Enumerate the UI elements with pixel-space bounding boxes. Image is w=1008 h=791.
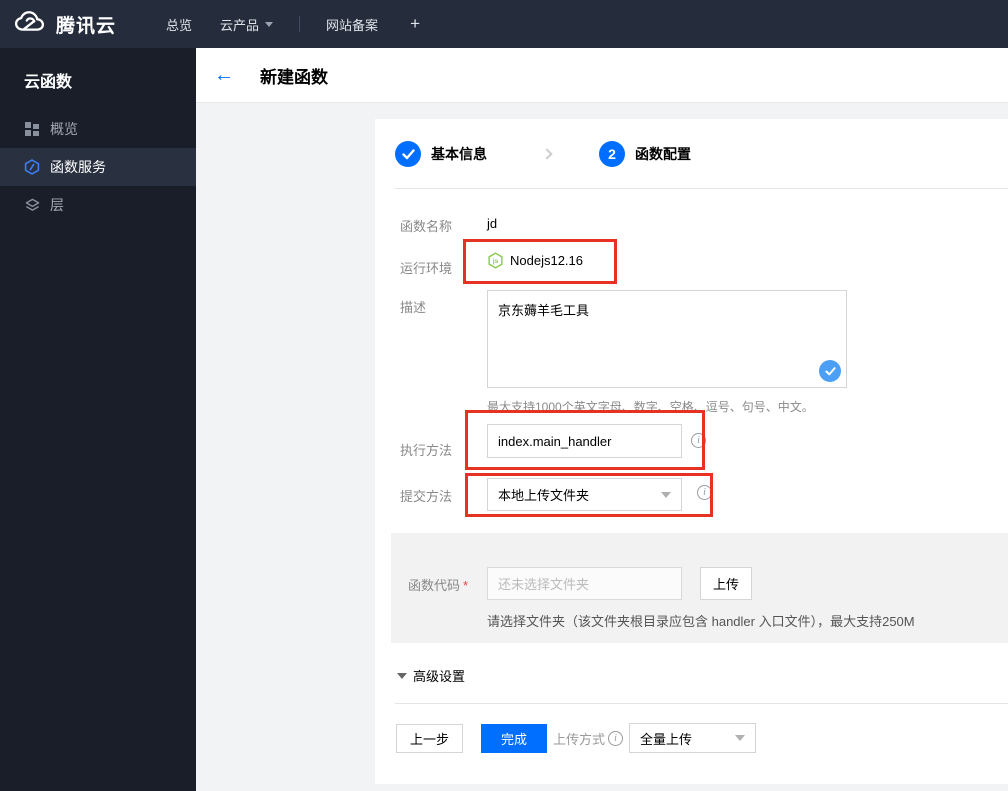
sidebar-item-function-service[interactable]: 函数服务: [0, 148, 196, 186]
function-name-label: 函数名称: [400, 219, 453, 234]
submit-method-label: 提交方法: [400, 489, 453, 504]
sidebar-item-label: 层: [50, 197, 64, 213]
sidebar-item-layers[interactable]: 层: [0, 186, 196, 224]
sidebar-item-label: 概览: [50, 121, 78, 137]
description-hint: 最大支持1000个英文字母、数字、空格、逗号、句号、中文。: [487, 400, 814, 414]
nav-cloud-products-label: 云产品: [220, 17, 260, 33]
submit-method-value: 本地上传文件夹: [498, 488, 590, 503]
chevron-down-icon: [265, 21, 274, 27]
scf-hexagon-icon: [24, 159, 40, 175]
sidebar-title: 云函数: [24, 74, 73, 91]
upload-mode-label-group: 上传方式 i: [553, 724, 624, 753]
function-code-section: 函数代码 * 还未选择文件夹 上传 请选择文件夹（该文件夹根目录应包含 handl…: [391, 533, 1008, 643]
nav-divider: [299, 16, 301, 32]
folder-path-display: 还未选择文件夹: [487, 567, 682, 600]
description-label: 描述: [400, 300, 427, 315]
finish-button[interactable]: 完成: [481, 724, 547, 753]
chevron-right-icon: [541, 148, 553, 160]
function-code-label-text: 函数代码: [408, 578, 461, 593]
back-arrow-icon[interactable]: ←: [214, 64, 234, 87]
create-function-card: 基本信息 2 函数配置 函数名称 jd 运行环境 js Nodejs12.16 …: [375, 119, 1008, 784]
chevron-down-icon: [661, 491, 671, 498]
check-icon: [824, 366, 836, 375]
submit-method-info-icon[interactable]: i: [697, 485, 712, 500]
tencent-cloud-logo-icon: [14, 10, 48, 38]
top-navbar: 腾讯云 总览 云产品 网站备案 +: [0, 0, 1008, 48]
handler-input[interactable]: [487, 424, 682, 458]
step2-number-circle: 2: [599, 141, 625, 167]
function-code-label: 函数代码 *: [408, 575, 468, 594]
triangle-down-icon: [397, 672, 407, 679]
sidebar-item-label: 函数服务: [50, 159, 106, 175]
nav-icp-filing[interactable]: 网站备案: [326, 15, 378, 34]
chevron-down-icon: [735, 735, 745, 741]
upload-mode-label: 上传方式: [553, 732, 606, 747]
step2-label: 函数配置: [635, 146, 691, 162]
handler-label: 执行方法: [400, 443, 453, 458]
required-asterisk: *: [463, 578, 469, 593]
valid-check-badge: [819, 360, 841, 382]
top-nav-items: 总览 云产品 网站备案 +: [152, 14, 420, 34]
divider: [395, 703, 1008, 704]
step1-label: 基本信息: [431, 146, 487, 162]
brand-name: 腾讯云: [56, 15, 117, 37]
function-name-value: jd: [487, 216, 498, 231]
add-nav-shortcut-button[interactable]: +: [410, 14, 420, 34]
grid-icon: [24, 121, 40, 137]
advanced-settings-label: 高级设置: [413, 669, 466, 684]
layers-icon: [24, 197, 40, 213]
description-textarea[interactable]: 京东薅羊毛工具: [487, 290, 847, 388]
step-indicator: 基本信息 2 函数配置: [395, 141, 691, 167]
runtime-value: js Nodejs12.16: [488, 252, 583, 269]
nodejs-icon: js: [488, 252, 503, 269]
nav-cloud-products[interactable]: 云产品: [220, 15, 274, 34]
sidebar-item-overview[interactable]: 概览: [0, 110, 196, 148]
divider: [395, 188, 1008, 189]
upload-mode-info-icon[interactable]: i: [608, 731, 624, 746]
previous-step-button[interactable]: 上一步: [396, 724, 463, 753]
brand[interactable]: 腾讯云: [14, 10, 116, 38]
upload-mode-value: 全量上传: [640, 731, 693, 747]
page-header: ← 新建函数: [196, 48, 1008, 103]
submit-method-select[interactable]: 本地上传文件夹: [487, 478, 682, 511]
upload-mode-select[interactable]: 全量上传: [629, 723, 756, 753]
handler-info-icon[interactable]: i: [691, 433, 706, 448]
page-body: 基本信息 2 函数配置 函数名称 jd 运行环境 js Nodejs12.16 …: [196, 103, 1008, 791]
runtime-value-text: Nodejs12.16: [510, 253, 583, 268]
svg-text:js: js: [492, 258, 499, 265]
runtime-label: 运行环境: [400, 261, 453, 276]
check-icon: [401, 148, 415, 159]
nav-overview[interactable]: 总览: [166, 15, 192, 34]
step1-done-circle: [395, 141, 421, 167]
function-code-hint: 请选择文件夹（该文件夹根目录应包含 handler 入口文件），最大支持250M: [487, 614, 915, 629]
upload-button[interactable]: 上传: [700, 567, 752, 600]
advanced-settings-toggle[interactable]: 高级设置: [397, 666, 465, 685]
page-title: 新建函数: [260, 67, 328, 87]
sidebar: 云函数 概览 函数服务 层: [0, 48, 196, 791]
